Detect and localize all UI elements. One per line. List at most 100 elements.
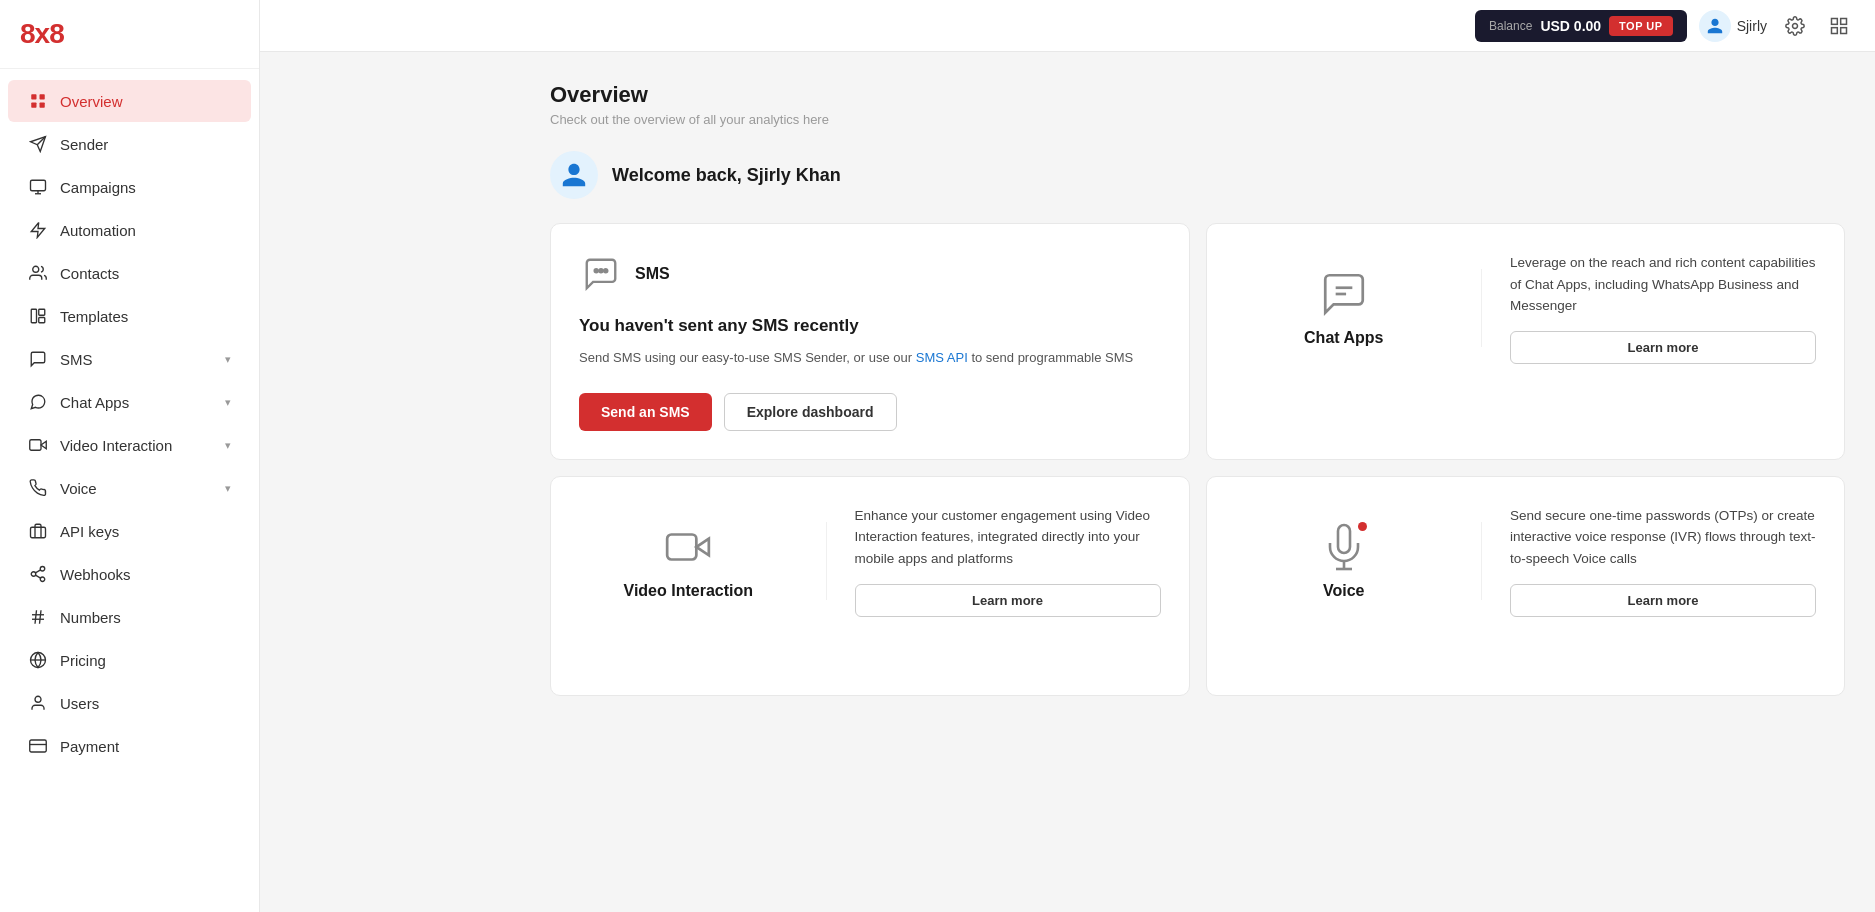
sidebar-item-label-pricing: Pricing [60, 652, 106, 669]
pricing-icon [28, 650, 48, 670]
sidebar-item-templates[interactable]: Templates [8, 295, 251, 337]
automation-icon [28, 220, 48, 240]
chat-apps-right: Leverage on the reach and rich content c… [1482, 252, 1816, 364]
svg-rect-34 [1841, 27, 1847, 33]
sidebar-item-label-contacts: Contacts [60, 265, 119, 282]
svg-point-27 [35, 696, 41, 702]
header-avatar [1699, 10, 1731, 42]
sidebar-item-users[interactable]: Users [8, 682, 251, 724]
sidebar-item-campaigns[interactable]: Campaigns [8, 166, 251, 208]
svg-point-37 [604, 269, 607, 272]
svg-rect-12 [39, 318, 45, 323]
balance-label: Balance [1489, 19, 1532, 33]
balance-block: Balance USD 0.00 TOP UP [1475, 10, 1687, 42]
sms-card-desc: Send SMS using our easy-to-use SMS Sende… [579, 348, 1161, 369]
svg-point-9 [33, 266, 39, 272]
voice-icon [28, 478, 48, 498]
svg-point-35 [595, 269, 598, 272]
sidebar-item-video-interaction[interactable]: Video Interaction ▾ [8, 424, 251, 466]
sidebar-item-contacts[interactable]: Contacts [8, 252, 251, 294]
webhooks-icon [28, 564, 48, 584]
video-card-icon [663, 522, 713, 572]
sidebar-item-label-sender: Sender [60, 136, 108, 153]
video-icon [28, 435, 48, 455]
sidebar-item-sender[interactable]: Sender [8, 123, 251, 165]
svg-rect-3 [40, 103, 45, 108]
video-learn-more-button[interactable]: Learn more [855, 584, 1161, 617]
sidebar-item-label-numbers: Numbers [60, 609, 121, 626]
sms-card-heading: You haven't sent any SMS recently [579, 316, 1161, 336]
sidebar-item-label-automation: Automation [60, 222, 136, 239]
top-up-button[interactable]: TOP UP [1609, 16, 1673, 36]
svg-marker-41 [697, 538, 710, 555]
svg-rect-10 [31, 309, 36, 323]
svg-line-20 [35, 570, 40, 573]
sidebar: 8x8 Overview Sender Campaigns [0, 0, 260, 912]
sidebar-item-voice[interactable]: Voice ▾ [8, 467, 251, 509]
sidebar-item-label-users: Users [60, 695, 99, 712]
sidebar-item-automation[interactable]: Automation [8, 209, 251, 251]
sms-card-title: SMS [635, 265, 670, 283]
cards-grid: SMS You haven't sent any SMS recently Se… [550, 223, 1845, 696]
logo-container: 8x8 [0, 0, 259, 69]
sidebar-item-label-voice: Voice [60, 480, 97, 497]
svg-line-24 [40, 610, 42, 624]
chat-apps-learn-more-button[interactable]: Learn more [1510, 331, 1816, 364]
contacts-icon [28, 263, 48, 283]
svg-rect-28 [30, 740, 47, 752]
chat-apps-desc: Leverage on the reach and rich content c… [1510, 252, 1816, 317]
chat-apps-icon [28, 392, 48, 412]
video-card-title: Video Interaction [624, 582, 754, 600]
svg-line-19 [35, 575, 40, 578]
voice-desc: Send secure one-time passwords (OTPs) or… [1510, 505, 1816, 570]
chat-apps-chevron-icon: ▾ [225, 396, 231, 409]
sms-card-actions: Send an SMS Explore dashboard [579, 393, 1161, 431]
sidebar-nav: Overview Sender Campaigns Automation [0, 69, 259, 912]
api-keys-icon [28, 521, 48, 541]
app-logo: 8x8 [20, 18, 64, 49]
send-sms-button[interactable]: Send an SMS [579, 393, 712, 431]
main-content: Overview Check out the overview of all y… [520, 52, 1875, 912]
sender-icon [28, 134, 48, 154]
voice-learn-more-button[interactable]: Learn more [1510, 584, 1816, 617]
sms-icon [28, 349, 48, 369]
header-user[interactable]: Sjirly [1699, 10, 1767, 42]
chat-apps-split: Chat Apps Leverage on the reach and rich… [1235, 252, 1817, 364]
svg-rect-31 [1832, 18, 1838, 24]
overview-icon [28, 91, 48, 111]
sidebar-item-api-keys[interactable]: API keys [8, 510, 251, 552]
grid-menu-button[interactable] [1823, 10, 1855, 42]
chat-apps-left: Chat Apps [1235, 269, 1483, 347]
welcome-avatar [550, 151, 598, 199]
svg-rect-11 [39, 309, 45, 315]
svg-rect-6 [31, 180, 46, 191]
sidebar-item-label-chat-apps: Chat Apps [60, 394, 129, 411]
sidebar-item-sms[interactable]: SMS ▾ [8, 338, 251, 380]
explore-dashboard-button[interactable]: Explore dashboard [724, 393, 897, 431]
header-username: Sjirly [1737, 18, 1767, 34]
sidebar-item-label-payment: Payment [60, 738, 119, 755]
svg-rect-32 [1841, 18, 1847, 24]
sidebar-item-pricing[interactable]: Pricing [8, 639, 251, 681]
sms-api-link[interactable]: SMS API [916, 350, 968, 365]
chat-apps-card-title: Chat Apps [1304, 329, 1383, 347]
templates-icon [28, 306, 48, 326]
chat-apps-card-icon [1319, 269, 1369, 319]
svg-rect-1 [40, 94, 45, 99]
voice-split: Voice Send secure one-time passwords (OT… [1235, 505, 1817, 617]
sms-card: SMS You haven't sent any SMS recently Se… [550, 223, 1190, 460]
sidebar-item-webhooks[interactable]: Webhooks [8, 553, 251, 595]
sidebar-item-payment[interactable]: Payment [8, 725, 251, 767]
svg-marker-13 [41, 441, 46, 449]
voice-card-title: Voice [1323, 582, 1365, 600]
sidebar-item-numbers[interactable]: Numbers [8, 596, 251, 638]
voice-card: Voice Send secure one-time passwords (OT… [1206, 476, 1846, 696]
sidebar-item-overview[interactable]: Overview [8, 80, 251, 122]
video-chevron-icon: ▾ [225, 439, 231, 452]
svg-point-36 [599, 269, 602, 272]
sidebar-item-label-sms: SMS [60, 351, 93, 368]
svg-rect-2 [31, 103, 36, 108]
sidebar-item-chat-apps[interactable]: Chat Apps ▾ [8, 381, 251, 423]
settings-button[interactable] [1779, 10, 1811, 42]
svg-rect-0 [31, 94, 36, 99]
